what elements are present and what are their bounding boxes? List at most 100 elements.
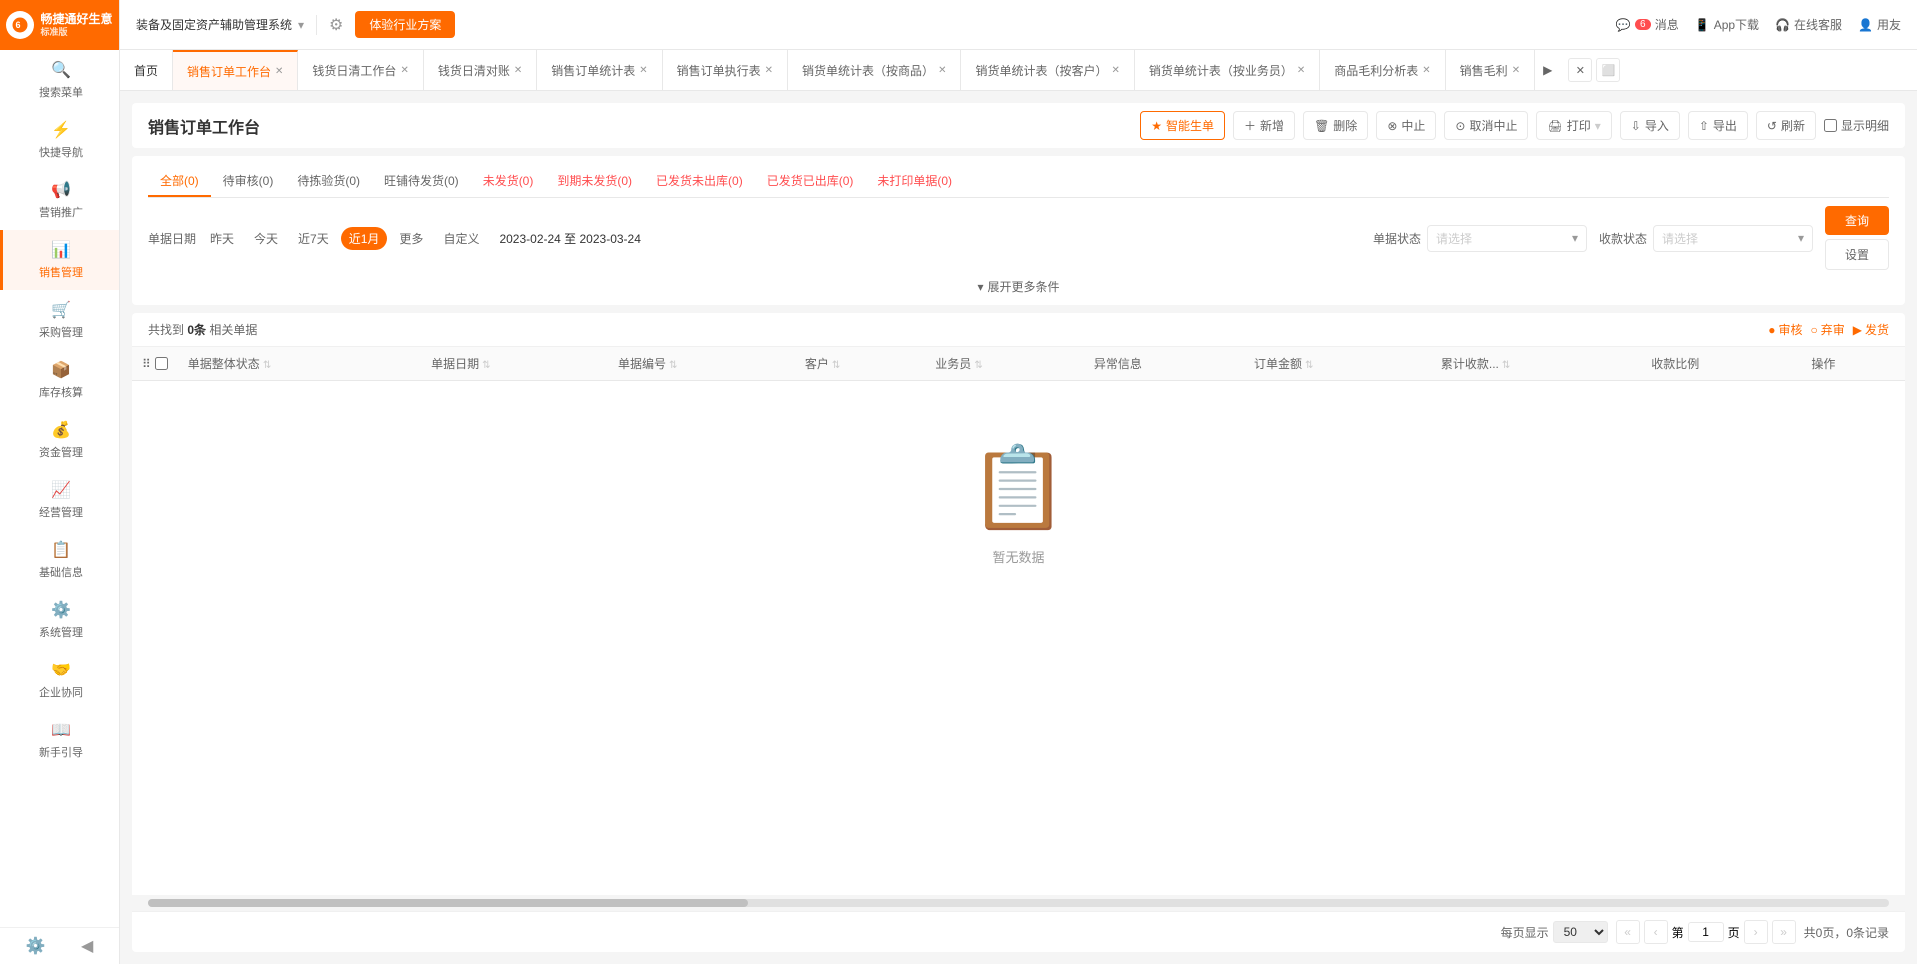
scroll-track: [148, 899, 1889, 907]
industry-solution-button[interactable]: 体验行业方案: [355, 11, 455, 38]
sidebar-item-4[interactable]: 🛒 采购管理: [0, 290, 119, 350]
filter-tab-5[interactable]: 到期未发货(0): [545, 166, 644, 197]
sidebar-item-6[interactable]: 💰 资金管理: [0, 410, 119, 470]
next-page-button[interactable]: ›: [1744, 920, 1768, 944]
tab-5[interactable]: 销售订单执行表✕: [663, 50, 788, 90]
filter-tab-6[interactable]: 已发货未出库(0): [644, 166, 755, 197]
sidebar-item-7[interactable]: 📈 经营管理: [0, 470, 119, 530]
sidebar-item-5[interactable]: 📦 库存核算: [0, 350, 119, 410]
sidebar-item-10[interactable]: 🤝 企业协同: [0, 650, 119, 710]
tab-4[interactable]: 销售订单统计表✕: [537, 50, 662, 90]
unapprove-button[interactable]: ○ 弃审: [1810, 321, 1844, 338]
tab-7[interactable]: 销货单统计表（按客户）✕: [961, 50, 1134, 90]
tab-close-3[interactable]: ✕: [514, 65, 522, 76]
tab-close-7[interactable]: ✕: [1111, 65, 1119, 76]
nav-icon-9: ⚙️: [51, 600, 71, 620]
filter-tab-0[interactable]: 全部(0): [148, 166, 211, 197]
delete-button[interactable]: 🗑 删除: [1303, 111, 1368, 140]
status-select[interactable]: 请选择 ▾: [1427, 225, 1587, 252]
pause-button[interactable]: ⊗ 中止: [1376, 111, 1436, 140]
tab-close-all-button[interactable]: ✕: [1568, 58, 1592, 82]
smart-create-button[interactable]: ★ 智能生单: [1140, 111, 1225, 140]
filter-tab-8[interactable]: 未打印单据(0): [865, 166, 964, 197]
cancel-pause-button[interactable]: ⊙ 取消中止: [1444, 111, 1528, 140]
tab-8[interactable]: 销货单统计表（按业务员）✕: [1135, 50, 1320, 90]
tab-close-1[interactable]: ✕: [275, 66, 283, 77]
date-today-btn[interactable]: 今天: [246, 227, 286, 250]
select-all-checkbox[interactable]: [155, 357, 168, 370]
col-2[interactable]: 单据编号⇅: [608, 347, 795, 381]
filter-setting-button[interactable]: 设置: [1825, 239, 1889, 270]
tab-2[interactable]: 钱货日清工作台✕: [298, 50, 423, 90]
import-button[interactable]: ⇩ 导入: [1620, 111, 1680, 140]
tab-close-6[interactable]: ✕: [938, 65, 946, 76]
date-yesterday-btn[interactable]: 昨天: [202, 227, 242, 250]
tab-0[interactable]: 首页: [120, 50, 173, 90]
filter-tab-3[interactable]: 旺铺待发货(0): [372, 166, 471, 197]
page-number-input[interactable]: [1688, 922, 1724, 942]
online-service-button[interactable]: 🎧 在线客服: [1775, 16, 1842, 33]
col-4[interactable]: 业务员⇅: [925, 347, 1084, 381]
system-title[interactable]: 装备及固定资产辅助管理系统 ▾: [136, 16, 304, 33]
refresh-button[interactable]: ↺ 刷新: [1756, 111, 1816, 140]
tab-maximize-button[interactable]: ⬜: [1596, 58, 1620, 82]
user-menu-button[interactable]: 👤 用友: [1858, 16, 1901, 33]
collapse-icon[interactable]: ◀: [81, 936, 93, 956]
sort-icon-3: ⇅: [832, 360, 840, 371]
sidebar-item-0[interactable]: 🔍 搜索菜单: [0, 50, 119, 110]
date-custom-btn[interactable]: 自定义: [435, 227, 487, 250]
settings-icon[interactable]: ⚙️: [26, 936, 46, 956]
expand-filter-button[interactable]: ▾ 展开更多条件: [148, 278, 1889, 295]
sidebar-item-2[interactable]: 📢 营销推广: [0, 170, 119, 230]
tab-close-4[interactable]: ✕: [639, 65, 647, 76]
col-3[interactable]: 客户⇅: [795, 347, 925, 381]
nav-icon-0: 🔍: [51, 60, 71, 80]
col-0[interactable]: 单据整体状态⇅: [178, 347, 421, 381]
sidebar-item-3[interactable]: 📊 销售管理: [0, 230, 119, 290]
table-scrollbar[interactable]: [132, 895, 1905, 911]
date-7days-btn[interactable]: 近7天: [290, 227, 337, 250]
gear-icon[interactable]: ⚙: [329, 15, 343, 35]
filter-tab-1[interactable]: 待审核(0): [211, 166, 286, 197]
last-page-button[interactable]: »: [1772, 920, 1796, 944]
export-button[interactable]: ⇧ 导出: [1688, 111, 1748, 140]
detail-checkbox-input[interactable]: [1824, 119, 1837, 132]
tab-close-5[interactable]: ✕: [765, 65, 773, 76]
filter-tab-2[interactable]: 待拣验货(0): [285, 166, 372, 197]
sidebar-item-1[interactable]: ⚡ 快捷导航: [0, 110, 119, 170]
sidebar-item-11[interactable]: 📖 新手引导: [0, 710, 119, 770]
tab-close-9[interactable]: ✕: [1422, 65, 1430, 76]
page-size-select[interactable]: 50 10 20 100: [1553, 921, 1608, 943]
sidebar-item-8[interactable]: 📋 基础信息: [0, 530, 119, 590]
col-6[interactable]: 订单金额⇅: [1244, 347, 1431, 381]
tab-close-10[interactable]: ✕: [1512, 65, 1520, 76]
tab-9[interactable]: 商品毛利分析表✕: [1320, 50, 1445, 90]
tab-6[interactable]: 销货单统计表（按商品）✕: [788, 50, 961, 90]
prev-page-button[interactable]: ‹: [1644, 920, 1668, 944]
scroll-thumb: [148, 899, 748, 907]
date-more-btn[interactable]: 更多: [391, 227, 431, 250]
tab-close-8[interactable]: ✕: [1297, 65, 1305, 76]
payment-select[interactable]: 请选择 ▾: [1653, 225, 1813, 252]
col-7[interactable]: 累计收款...⇅: [1431, 347, 1641, 381]
sidebar-item-9[interactable]: ⚙️ 系统管理: [0, 590, 119, 650]
add-button[interactable]: ＋ 新增: [1233, 111, 1295, 140]
ship-button[interactable]: ▶ 发货: [1853, 321, 1889, 338]
tab-close-2[interactable]: ✕: [400, 65, 408, 76]
col-1[interactable]: 单据日期⇅: [421, 347, 608, 381]
app-download-button[interactable]: 📱 App下载: [1695, 16, 1759, 33]
tab-more-button[interactable]: ▶: [1535, 50, 1560, 90]
filter-tab-4[interactable]: 未发货(0): [471, 166, 546, 197]
date-1month-btn[interactable]: 近1月: [341, 227, 388, 250]
message-button[interactable]: 💬 6 消息: [1616, 16, 1679, 33]
tab-1[interactable]: 销售订单工作台✕: [173, 50, 298, 90]
first-page-button[interactable]: «: [1616, 920, 1640, 944]
approve-button[interactable]: ● 审核: [1768, 321, 1802, 338]
show-detail-checkbox[interactable]: 显示明细: [1824, 117, 1889, 134]
print-button[interactable]: 🖨 打印 ▾: [1536, 111, 1611, 140]
tab-3[interactable]: 钱货日清对账✕: [424, 50, 537, 90]
filter-tab-7[interactable]: 已发货已出库(0): [755, 166, 866, 197]
query-button[interactable]: 查询: [1825, 206, 1889, 235]
date-range-display: 2023-02-24 至 2023-03-24: [499, 230, 640, 247]
tab-10[interactable]: 销售毛利✕: [1446, 50, 1535, 90]
